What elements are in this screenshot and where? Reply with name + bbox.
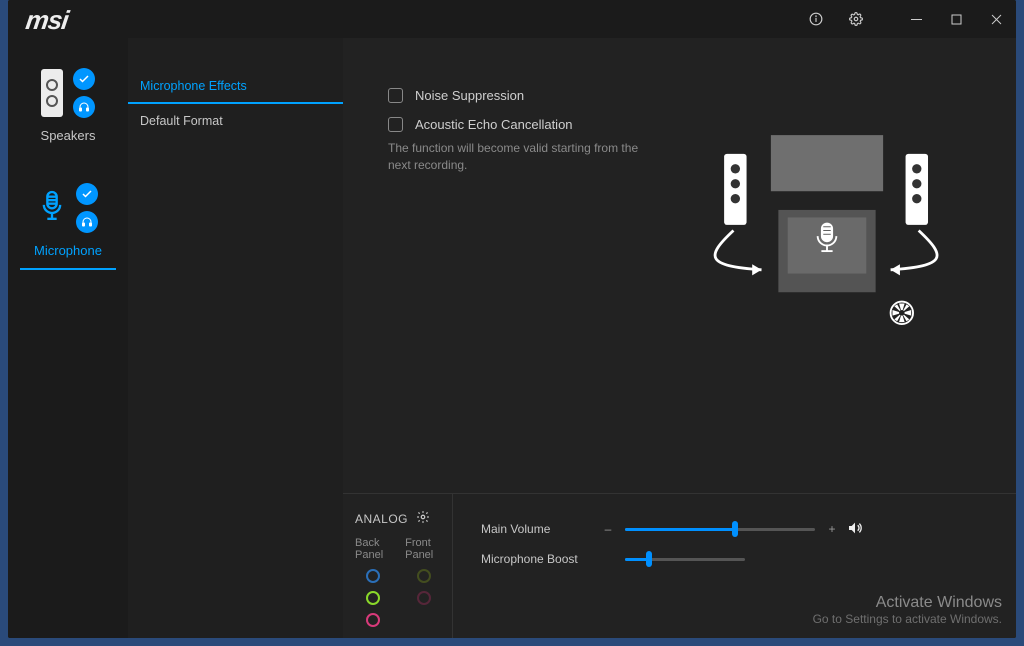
analog-panel: ANALOG Back Panel Front P <box>343 494 453 638</box>
sidebar-item-microphone[interactable]: Microphone <box>8 183 128 258</box>
aec-note: The function will become valid starting … <box>388 140 648 174</box>
watermark-title: Activate Windows <box>813 594 1002 612</box>
front-panel-label: Front Panel <box>405 537 442 561</box>
app-window: msi <box>8 0 1016 638</box>
main-volume-row: Main Volume – + <box>481 514 988 544</box>
analog-title: ANALOG <box>355 512 408 526</box>
effects-area: Noise Suppression Acoustic Echo Cancella… <box>343 38 1016 493</box>
minimize-button[interactable] <box>896 0 936 38</box>
watermark-subtitle: Go to Settings to activate Windows. <box>813 612 1002 626</box>
checkbox-icon <box>388 117 403 132</box>
windows-activation-watermark: Activate Windows Go to Settings to activ… <box>813 594 1002 626</box>
main-volume-slider[interactable] <box>625 528 815 531</box>
back-panel-label: Back Panel <box>355 537 391 561</box>
minus-icon[interactable]: – <box>601 522 615 536</box>
subnav-label: Default Format <box>140 114 223 128</box>
headphone-badge-icon <box>73 96 95 118</box>
checkbox-noise-suppression[interactable]: Noise Suppression <box>388 88 668 103</box>
sidebar-item-speakers[interactable]: Speakers <box>8 68 128 143</box>
headphone-badge-icon <box>76 211 98 233</box>
echo-illustration <box>668 88 986 473</box>
checkbox-icon <box>388 88 403 103</box>
main-volume-label: Main Volume <box>481 522 601 536</box>
gear-icon[interactable] <box>416 510 430 527</box>
plus-icon[interactable]: + <box>825 522 839 536</box>
jack-front-1[interactable] <box>417 569 431 583</box>
speakers-label: Speakers <box>41 128 96 143</box>
boost-label: Microphone Boost <box>481 552 601 566</box>
checkbox-label: Acoustic Echo Cancellation <box>415 117 573 132</box>
device-sidebar: Speakers <box>8 38 128 638</box>
subnav-label: Microphone Effects <box>140 79 247 93</box>
microphone-icon <box>38 189 66 228</box>
titlebar: msi <box>8 0 1016 38</box>
jack-pink[interactable] <box>366 613 380 627</box>
jack-front-2[interactable] <box>417 591 431 605</box>
fan-icon <box>891 302 913 324</box>
check-badge-icon <box>73 68 95 90</box>
main-panel: Noise Suppression Acoustic Echo Cancella… <box>343 38 1016 638</box>
boost-slider[interactable] <box>625 558 745 561</box>
brand-logo: msi <box>24 5 70 36</box>
maximize-button[interactable] <box>936 0 976 38</box>
checkbox-label: Noise Suppression <box>415 88 524 103</box>
checkbox-aec[interactable]: Acoustic Echo Cancellation <box>388 117 668 132</box>
subnav-item-default-format[interactable]: Default Format <box>128 104 343 138</box>
jack-lime[interactable] <box>366 591 380 605</box>
settings-icon[interactable] <box>836 0 876 38</box>
sliders-panel: Main Volume – + Microphone Boost <box>453 494 1016 638</box>
info-icon[interactable] <box>796 0 836 38</box>
close-button[interactable] <box>976 0 1016 38</box>
jack-blue[interactable] <box>366 569 380 583</box>
sub-navigation: Microphone Effects Default Format <box>128 38 343 638</box>
volume-icon[interactable] <box>847 520 863 539</box>
subnav-item-effects[interactable]: Microphone Effects <box>128 70 343 104</box>
microphone-label: Microphone <box>34 243 102 258</box>
bottom-panel: ANALOG Back Panel Front P <box>343 493 1016 638</box>
check-badge-icon <box>76 183 98 205</box>
boost-row: Microphone Boost <box>481 544 988 574</box>
speaker-icon <box>41 69 63 117</box>
